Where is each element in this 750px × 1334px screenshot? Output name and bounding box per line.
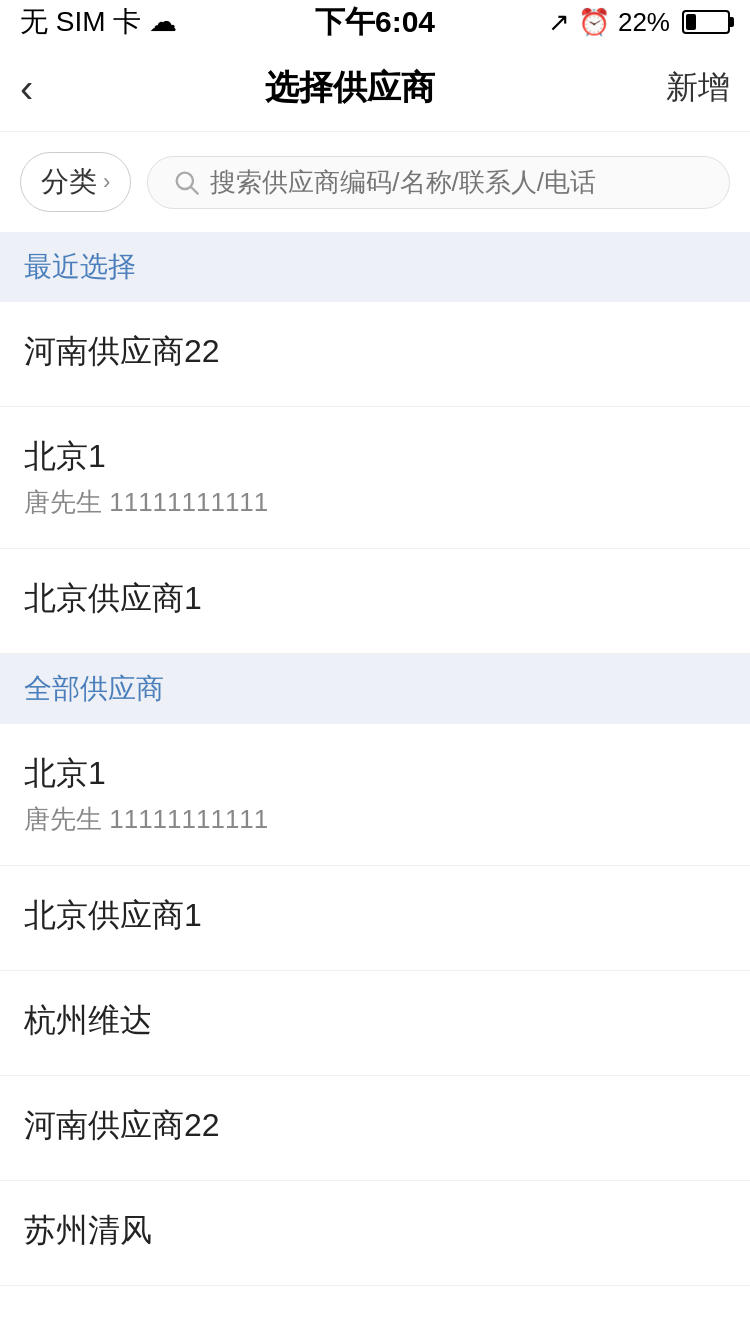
battery-icon xyxy=(682,10,730,34)
status-right: ↗ ⏰ 22% xyxy=(548,7,730,38)
item-name: 北京1 xyxy=(24,435,726,479)
item-detail: 唐先生 11111111111 xyxy=(24,802,726,837)
item-name: 杭州维达 xyxy=(24,999,726,1043)
search-icon xyxy=(172,168,200,196)
item-name: 北京供应商1 xyxy=(24,894,726,938)
item-name: 苏州清风 xyxy=(24,1209,726,1253)
recent-section-header: 最近选择 xyxy=(0,232,750,302)
list-item[interactable]: 北京供应商1 xyxy=(0,549,750,654)
item-detail: 唐先生 11111111111 xyxy=(24,485,726,520)
nav-bar: ‹ 选择供应商 新增 xyxy=(0,44,750,132)
sim-label: 无 SIM 卡 ☁ xyxy=(20,3,177,41)
back-button[interactable]: ‹ xyxy=(20,68,33,108)
filter-bar: 分类 › xyxy=(0,132,750,232)
all-section-header: 全部供应商 xyxy=(0,654,750,724)
list-item[interactable]: 河南供应商22 xyxy=(0,302,750,407)
list-item[interactable]: 河南供应商22 xyxy=(0,1076,750,1181)
list-item[interactable]: 北京供应商1 xyxy=(0,866,750,971)
alarm-icon: ⏰ xyxy=(578,7,610,38)
category-button[interactable]: 分类 › xyxy=(20,152,131,212)
list-item[interactable]: 北京1 唐先生 11111111111 xyxy=(0,407,750,549)
all-list: 北京1 唐先生 11111111111 北京供应商1 杭州维达河南供应商22 苏州清风 xyxy=(0,724,750,1286)
item-name: 河南供应商22 xyxy=(24,1104,726,1148)
list-item[interactable]: 苏州清风 xyxy=(0,1181,750,1286)
location-icon: ↗ xyxy=(548,7,570,38)
item-name: 北京1 xyxy=(24,752,726,796)
list-item[interactable]: 杭州维达 xyxy=(0,971,750,1076)
page-title: 选择供应商 xyxy=(265,65,435,111)
search-input[interactable] xyxy=(210,167,705,198)
category-label: 分类 xyxy=(41,163,97,201)
item-name: 北京供应商1 xyxy=(24,577,726,621)
add-button[interactable]: 新增 xyxy=(666,66,730,110)
status-left: 无 SIM 卡 ☁ xyxy=(20,3,177,41)
search-box xyxy=(147,156,730,209)
recent-list: 河南供应商22 北京1 唐先生 11111111111 北京供应商1 xyxy=(0,302,750,654)
status-time: 下午6:04 xyxy=(315,2,435,43)
item-name: 河南供应商22 xyxy=(24,330,726,374)
status-bar: 无 SIM 卡 ☁ 下午6:04 ↗ ⏰ 22% xyxy=(0,0,750,44)
list-item[interactable]: 北京1 唐先生 11111111111 xyxy=(0,724,750,866)
battery-percent: 22% xyxy=(618,7,670,38)
svg-line-1 xyxy=(192,187,198,193)
chevron-right-icon: › xyxy=(103,169,110,195)
